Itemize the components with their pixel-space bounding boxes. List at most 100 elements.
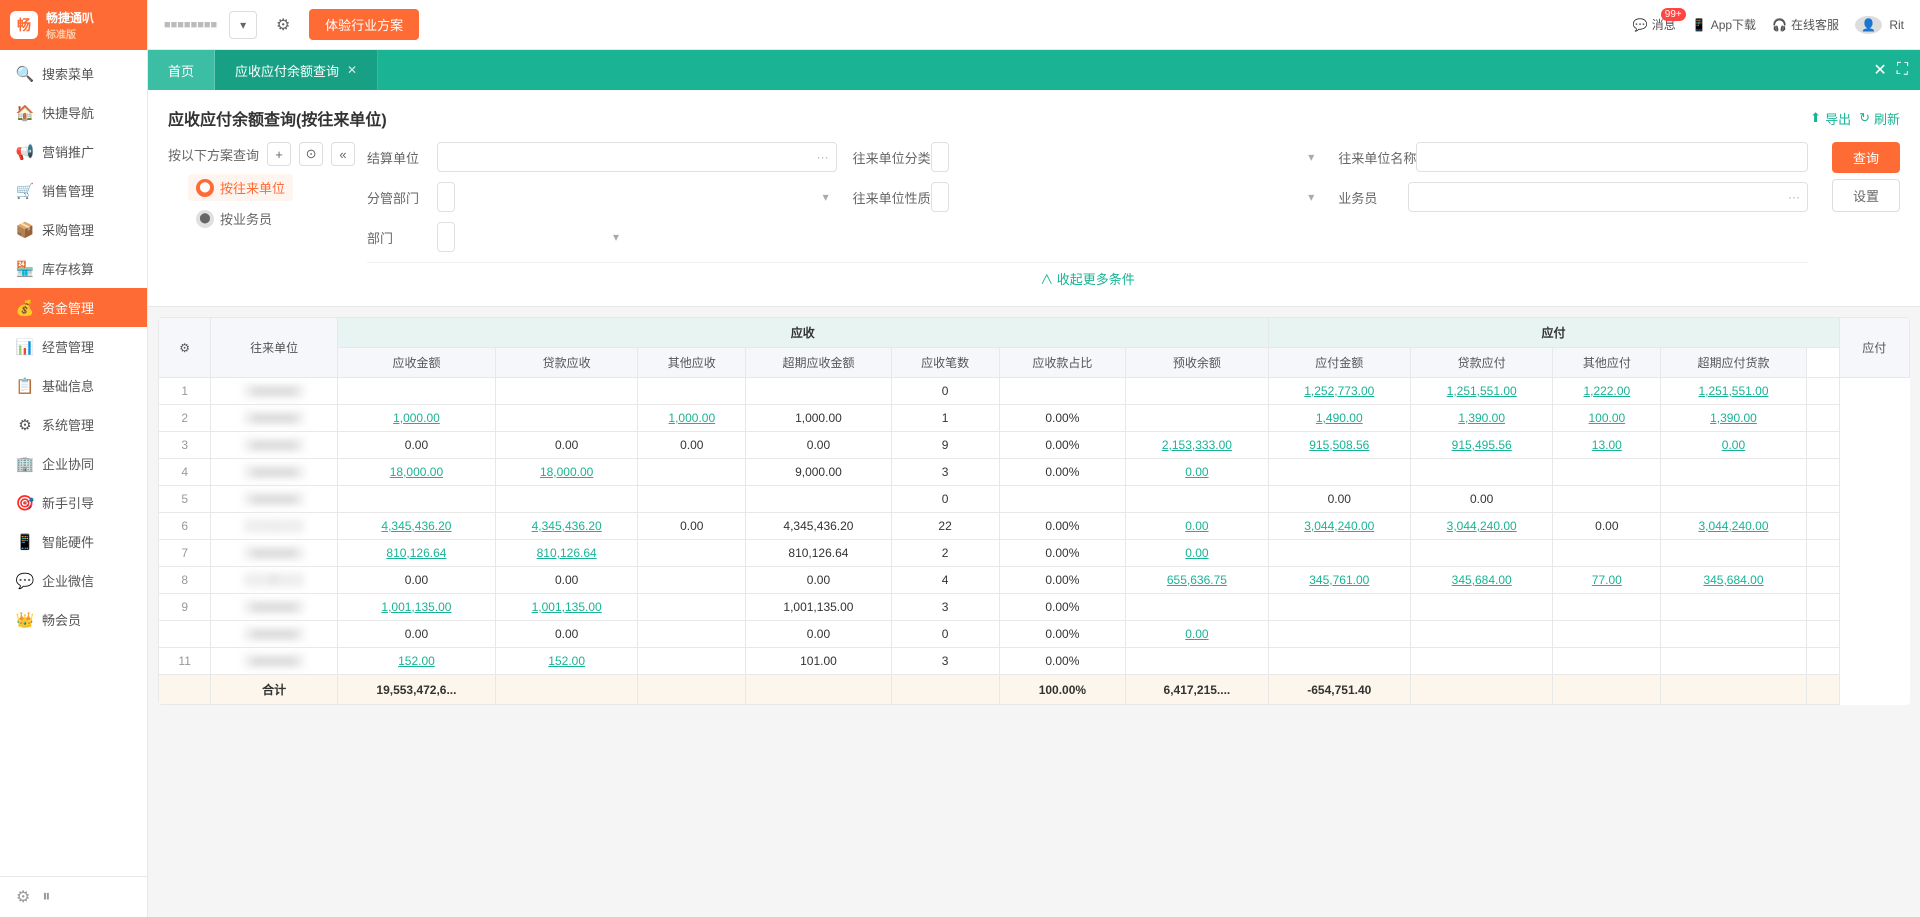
sidebar-item-sales[interactable]: 🛒 销售管理 — [0, 171, 147, 210]
salesperson-input[interactable] — [1408, 182, 1808, 212]
filter-collapse-btn[interactable]: ∧ 收起更多条件 — [367, 262, 1808, 294]
sidebar-item-vip[interactable]: 👑 畅会员 — [0, 600, 147, 639]
messages-btn[interactable]: 💬 消息 99+ — [1633, 16, 1676, 33]
sidebar-item-inventory[interactable]: 🏪 库存核算 — [0, 249, 147, 288]
refresh-icon: ↻ — [1859, 110, 1870, 126]
footer-ap-loan — [1410, 675, 1552, 705]
sidebar-item-basic-info[interactable]: 📋 基础信息 — [0, 366, 147, 405]
search-menu-icon: 🔍 — [16, 65, 34, 83]
refresh-btn[interactable]: ↻ 刷新 — [1859, 109, 1900, 128]
sales-icon: 🛒 — [16, 182, 34, 200]
header-right: 💬 消息 99+ 📱 App下载 🎧 在线客服 👤 Rit — [1633, 16, 1904, 33]
tabbar-right: ✕ ⛶ — [1861, 50, 1920, 90]
footer-settings-icon[interactable]: ⚙ — [16, 887, 30, 907]
sidebar-item-operations[interactable]: 📊 经营管理 — [0, 327, 147, 366]
salesperson-dots-icon[interactable]: ··· — [1788, 190, 1800, 204]
set-button[interactable]: 设置 — [1832, 179, 1900, 212]
table-row: 6~4,345,436.204,345,436.200.004,345,436.… — [159, 513, 1910, 540]
col-settings-icon[interactable]: ⚙ — [159, 318, 211, 378]
dept-manager-select[interactable] — [437, 182, 455, 212]
col-ar-other: 其他应收 — [638, 348, 746, 378]
page-header: 应收应付余额查询(按往来单位) ⬆ 导出 ↻ 刷新 — [148, 90, 1920, 130]
settlement-unit-field: 结算单位 ··· — [367, 142, 837, 172]
enterprise-wx-icon: 💬 — [16, 572, 34, 590]
table-row: 3■■■■■■0.000.000.000.0090.00%2,153,333.0… — [159, 432, 1910, 459]
user-menu[interactable]: 👤 Rit — [1855, 18, 1904, 32]
export-btn[interactable]: ⬆ 导出 — [1810, 109, 1851, 128]
sidebar-item-marketing[interactable]: 📢 营销推广 — [0, 132, 147, 171]
col-ar-loan: 贷款应收 — [495, 348, 637, 378]
scheme-by-partner[interactable]: ⬤ 按往来单位 — [188, 174, 293, 201]
col-ar-ratio: 应收款占比 — [999, 348, 1126, 378]
dept-select[interactable] — [437, 222, 455, 252]
salesperson-field: 业务员 ··· — [1338, 182, 1808, 212]
window-close-icon[interactable]: ✕ — [1873, 60, 1886, 80]
footer-ar-overdue — [746, 675, 891, 705]
partner-nature-select-wrap — [931, 182, 1323, 212]
table-row: 8P0.000.000.0040.00%655,636.75345,761.00… — [159, 567, 1910, 594]
sidebar: 畅 畅捷通叭 标准版 🔍 搜索菜单 🏠 快捷导航 📢 营销推广 🛒 销售管理 📦… — [0, 0, 148, 917]
page-title: 应收应付余额查询(按往来单位) — [168, 106, 387, 130]
sidebar-item-search-menu[interactable]: 🔍 搜索菜单 — [0, 54, 147, 93]
vip-icon: 👑 — [16, 611, 34, 629]
enterprise-icon: 🏢 — [16, 455, 34, 473]
window-expand-icon[interactable]: ⛶ — [1897, 61, 1908, 79]
filter-add-btn[interactable]: + — [267, 142, 291, 166]
scheme-partner-icon: ⬤ — [196, 179, 214, 197]
app-icon: 📱 — [1692, 18, 1707, 32]
footer-collapse-icon[interactable]: ⏸ — [42, 888, 50, 906]
col-ap-suffix: 应付 — [1839, 318, 1909, 378]
service-label: 在线客服 — [1791, 16, 1839, 33]
nav-dropdown-btn[interactable]: ▾ — [229, 11, 257, 39]
partner-name-input[interactable] — [1416, 142, 1808, 172]
table-row: ■■■■■■0.000.000.0000.00%0.00 — [159, 621, 1910, 648]
settings-gear-icon[interactable]: ⚙ — [269, 11, 297, 39]
settlement-unit-dots-icon[interactable]: ··· — [817, 150, 829, 164]
query-button[interactable]: 查询 — [1832, 142, 1900, 173]
footer-ar-total[interactable]: 19,553,472,6... — [337, 675, 495, 705]
dept-field: 部门 — [367, 222, 627, 252]
footer-ar-prepay[interactable]: 6,417,215.... — [1126, 675, 1268, 705]
tab-home[interactable]: 首页 — [148, 50, 215, 90]
footer-ap-suffix — [1806, 675, 1839, 705]
sidebar-item-quick-nav[interactable]: 🏠 快捷导航 — [0, 93, 147, 132]
sidebar-item-smart-hw[interactable]: 📱 智能硬件 — [0, 522, 147, 561]
table-container: ⚙ 往来单位 应收 应付 应付 应收金额 贷款应收 其他应收 超期应收金额 应收… — [158, 317, 1910, 705]
sidebar-footer: ⚙ ⏸ — [0, 876, 147, 917]
sidebar-item-beginner[interactable]: 🎯 新手引导 — [0, 483, 147, 522]
basic-info-icon: 📋 — [16, 377, 34, 395]
filter-collapse-btn[interactable]: « — [331, 142, 355, 166]
breadcrumb: ■■■■■■■■ — [164, 19, 217, 31]
sidebar-item-enterprise-wx[interactable]: 💬 企业微信 — [0, 561, 147, 600]
promo-button[interactable]: 体验行业方案 — [309, 9, 419, 40]
dept-manager-select-wrap — [437, 182, 837, 212]
sidebar-item-label: 快捷导航 — [42, 103, 94, 122]
app-download-btn[interactable]: 📱 App下载 — [1692, 16, 1756, 33]
sidebar-item-label: 库存核算 — [42, 259, 94, 278]
data-table: ⚙ 往来单位 应收 应付 应付 应收金额 贷款应收 其他应收 超期应收金额 应收… — [158, 317, 1910, 705]
page-actions: ⬆ 导出 ↻ 刷新 — [1810, 109, 1900, 128]
table-row: 7■■■■■■810,126.64810,126.64810,126.6420.… — [159, 540, 1910, 567]
scheme-by-employee[interactable]: ⬤ 按业务员 — [188, 205, 293, 232]
col-ap-overdue: 超期应付货款 — [1661, 348, 1806, 378]
tab-close-icon[interactable]: ✕ — [347, 63, 357, 77]
sidebar-item-label: 资金管理 — [42, 298, 94, 317]
partner-category-select[interactable] — [931, 142, 949, 172]
beginner-icon: 🎯 — [16, 494, 34, 512]
settlement-unit-input[interactable] — [437, 142, 837, 172]
sidebar-item-label: 基础信息 — [42, 376, 94, 395]
sidebar-item-purchase[interactable]: 📦 采购管理 — [0, 210, 147, 249]
footer-ar-loan — [495, 675, 637, 705]
partner-nature-select[interactable] — [931, 182, 949, 212]
table-row: 1■■■■■■01,252,773.001,251,551.001,222.00… — [159, 378, 1910, 405]
customer-service-btn[interactable]: 🎧 在线客服 — [1772, 16, 1839, 33]
sidebar-item-enterprise-coop[interactable]: 🏢 企业协同 — [0, 444, 147, 483]
filter-settings-btn[interactable]: ⊙ — [299, 142, 323, 166]
footer-empty1 — [159, 675, 211, 705]
tab-ar-ap-query[interactable]: 应收应付余额查询 ✕ — [215, 50, 378, 90]
sidebar-item-finance[interactable]: 💰 资金管理 — [0, 288, 147, 327]
col-ap-loan: 贷款应付 — [1410, 348, 1552, 378]
tab-home-label: 首页 — [168, 61, 194, 80]
partner-category-field: 往来单位分类 — [853, 142, 1323, 172]
sidebar-item-system[interactable]: ⚙ 系统管理 — [0, 405, 147, 444]
